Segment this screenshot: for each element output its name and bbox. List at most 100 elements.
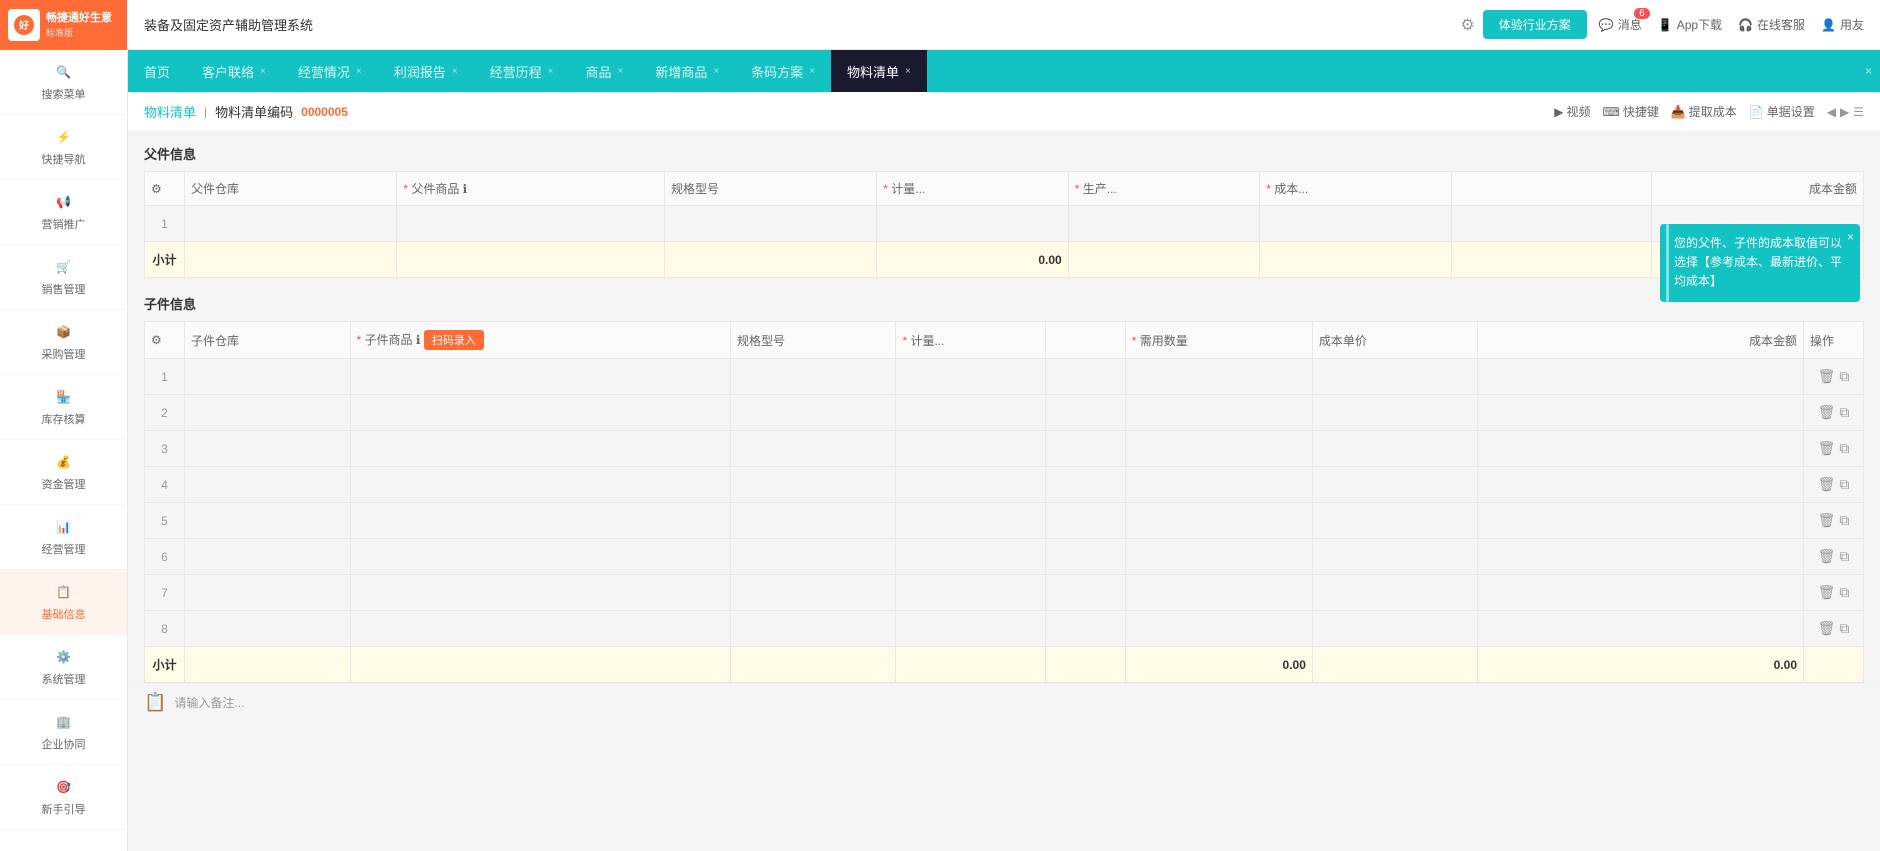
sidebar-item-purchase[interactable]: 📦 采购管理 xyxy=(0,310,127,375)
sidebar-item-system[interactable]: ⚙️ 系统管理 xyxy=(0,635,127,700)
nav-list-icon[interactable]: ☰ xyxy=(1853,105,1864,119)
copy-icon-2[interactable]: ⧉ xyxy=(1839,404,1849,421)
child-product-2[interactable] xyxy=(350,395,730,431)
close-new-products-icon[interactable]: × xyxy=(713,66,719,77)
child-unit-2[interactable] xyxy=(896,395,1045,431)
delete-icon-2[interactable]: 🗑 xyxy=(1818,404,1836,421)
tab-profit[interactable]: 利润报告 × xyxy=(378,50,474,92)
copy-icon-8[interactable]: ⧉ xyxy=(1839,620,1849,637)
child-product-6[interactable] xyxy=(350,539,730,575)
child-spec-3[interactable] xyxy=(730,431,896,467)
action-view[interactable]: ▶ 视频 xyxy=(1554,103,1590,120)
copy-icon-1[interactable]: ⧉ xyxy=(1839,368,1849,385)
delete-icon-1[interactable]: 🗑 xyxy=(1818,368,1836,385)
child-spec-1[interactable] xyxy=(730,359,896,395)
child-unit-cost-3[interactable] xyxy=(1312,431,1478,467)
delete-icon-3[interactable]: 🗑 xyxy=(1818,440,1836,457)
app-download-item[interactable]: 📱 App下载 xyxy=(1658,16,1722,33)
sidebar-item-basic-info[interactable]: 📋 基础信息 xyxy=(0,570,127,635)
user-item[interactable]: 👤 用友 xyxy=(1821,16,1864,33)
parent-warehouse-cell[interactable] xyxy=(185,206,397,242)
child-spec-7[interactable] xyxy=(730,575,896,611)
tab-home[interactable]: 首页 xyxy=(128,50,186,92)
sidebar-item-finance[interactable]: 💰 资金管理 xyxy=(0,440,127,505)
child-quantity-7[interactable] xyxy=(1125,575,1312,611)
child-warehouse-7[interactable] xyxy=(185,575,351,611)
sidebar-item-marketing[interactable]: 📢 营销推广 xyxy=(0,180,127,245)
delete-icon-4[interactable]: 🗑 xyxy=(1818,476,1836,493)
delete-icon-6[interactable]: 🗑 xyxy=(1818,548,1836,565)
tab-bom[interactable]: 物料清单 × xyxy=(831,50,927,92)
copy-icon-3[interactable]: ⧉ xyxy=(1839,440,1849,457)
child-product-5[interactable] xyxy=(350,503,730,539)
close-customer-icon[interactable]: × xyxy=(260,66,266,77)
child-product-1[interactable] xyxy=(350,359,730,395)
child-warehouse-5[interactable] xyxy=(185,503,351,539)
child-unit-5[interactable] xyxy=(896,503,1045,539)
child-unit-1[interactable] xyxy=(896,359,1045,395)
th-child-settings[interactable]: ⚙ xyxy=(145,322,185,359)
child-cost-amount-1[interactable] xyxy=(1478,359,1804,395)
copy-icon-6[interactable]: ⧉ xyxy=(1839,548,1849,565)
sidebar-item-guide[interactable]: 🎯 新手引导 xyxy=(0,765,127,830)
child-unit-7[interactable] xyxy=(896,575,1045,611)
parent-cost-cell[interactable] xyxy=(1260,206,1451,242)
child-unit-cost-7[interactable] xyxy=(1312,575,1478,611)
trial-button[interactable]: 体验行业方案 xyxy=(1483,10,1587,39)
nav-prev-icon[interactable]: ◀ xyxy=(1827,105,1836,119)
child-warehouse-2[interactable] xyxy=(185,395,351,431)
action-extract-cost[interactable]: 📥 提取成本 xyxy=(1671,103,1737,120)
tooltip-close-button[interactable]: × xyxy=(1847,228,1854,247)
child-product-4[interactable] xyxy=(350,467,730,503)
tab-close-all[interactable]: × xyxy=(1857,50,1880,92)
tab-barcode[interactable]: 条码方案 × xyxy=(735,50,831,92)
child-warehouse-8[interactable] xyxy=(185,611,351,647)
parent-product-cell[interactable] xyxy=(397,206,665,242)
child-unit-3[interactable] xyxy=(896,431,1045,467)
child-warehouse-6[interactable] xyxy=(185,539,351,575)
child-spec-4[interactable] xyxy=(730,467,896,503)
breadcrumb-parent[interactable]: 物料清单 xyxy=(144,102,196,121)
child-warehouse-1[interactable] xyxy=(185,359,351,395)
child-quantity-6[interactable] xyxy=(1125,539,1312,575)
child-cost-amount-8[interactable] xyxy=(1478,611,1804,647)
tab-operations-status[interactable]: 经营情况 × xyxy=(282,50,378,92)
copy-icon-5[interactable]: ⧉ xyxy=(1839,512,1849,529)
tab-new-products[interactable]: 新增商品 × xyxy=(639,50,735,92)
tab-history[interactable]: 经营历程 × xyxy=(474,50,570,92)
child-product-8[interactable] xyxy=(350,611,730,647)
child-warehouse-3[interactable] xyxy=(185,431,351,467)
delete-icon-7[interactable]: 🗑 xyxy=(1818,584,1836,601)
sidebar-item-inventory[interactable]: 🏪 库存核算 xyxy=(0,375,127,440)
child-unit-4[interactable] xyxy=(896,467,1045,503)
child-product-3[interactable] xyxy=(350,431,730,467)
child-unit-8[interactable] xyxy=(896,611,1045,647)
sidebar-item-quick-nav[interactable]: ⚡ 快捷导航 xyxy=(0,115,127,180)
action-single-setting[interactable]: 📄 单据设置 xyxy=(1749,103,1815,120)
child-unit-cost-6[interactable] xyxy=(1312,539,1478,575)
child-unit-cost-1[interactable] xyxy=(1312,359,1478,395)
child-unit-6[interactable] xyxy=(896,539,1045,575)
sidebar-item-operations[interactable]: 📊 经营管理 xyxy=(0,505,127,570)
child-unit-cost-5[interactable] xyxy=(1312,503,1478,539)
child-unit-cost-8[interactable] xyxy=(1312,611,1478,647)
child-cost-amount-3[interactable] xyxy=(1478,431,1804,467)
tab-products[interactable]: 商品 × xyxy=(569,50,639,92)
parent-spec-cell[interactable] xyxy=(664,206,876,242)
sidebar-item-sales[interactable]: 🛒 销售管理 xyxy=(0,245,127,310)
child-quantity-3[interactable] xyxy=(1125,431,1312,467)
close-profit-icon[interactable]: × xyxy=(452,66,458,77)
close-bom-icon[interactable]: × xyxy=(905,66,911,77)
close-operations-icon[interactable]: × xyxy=(356,66,362,77)
note-placeholder[interactable]: 请输入备注... xyxy=(174,694,244,711)
child-quantity-5[interactable] xyxy=(1125,503,1312,539)
nav-next-icon[interactable]: ▶ xyxy=(1840,105,1849,119)
close-barcode-icon[interactable]: × xyxy=(809,66,815,77)
delete-icon-5[interactable]: 🗑 xyxy=(1818,512,1836,529)
child-quantity-8[interactable] xyxy=(1125,611,1312,647)
child-warehouse-4[interactable] xyxy=(185,467,351,503)
th-parent-settings[interactable]: ⚙ xyxy=(145,172,185,206)
close-history-icon[interactable]: × xyxy=(548,66,554,77)
copy-icon-4[interactable]: ⧉ xyxy=(1839,476,1849,493)
settings-icon[interactable]: ⚙ xyxy=(1460,15,1474,35)
